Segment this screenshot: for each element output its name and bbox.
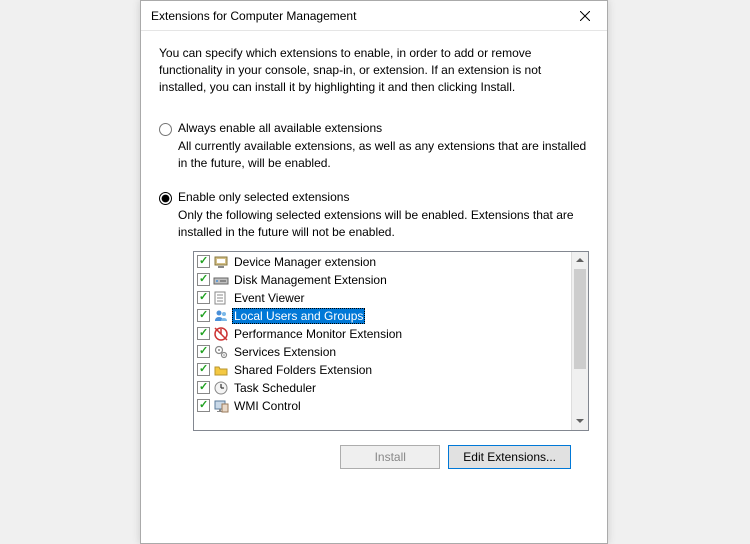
extensions-list[interactable]: Device Manager extension Disk Management … <box>193 251 589 431</box>
list-item[interactable]: Performance Monitor Extension <box>194 325 571 343</box>
item-label: Task Scheduler <box>232 381 318 395</box>
disk-icon <box>213 272 229 288</box>
item-label: Event Viewer <box>232 291 306 305</box>
list-item[interactable]: Task Scheduler <box>194 379 571 397</box>
scrollbar[interactable] <box>571 252 588 430</box>
checkbox[interactable] <box>197 291 210 304</box>
checkbox[interactable] <box>197 399 210 412</box>
services-icon <box>213 344 229 360</box>
task-icon <box>213 380 229 396</box>
users-icon <box>213 308 229 324</box>
close-icon <box>580 11 590 21</box>
wmi-icon <box>213 398 229 414</box>
scroll-up-button[interactable] <box>572 252 588 269</box>
radio-group-always: Always enable all available extensions A… <box>159 121 589 172</box>
description-text: You can specify which extensions to enab… <box>159 45 589 95</box>
extensions-dialog: Extensions for Computer Management You c… <box>140 0 608 544</box>
item-label: Performance Monitor Extension <box>232 327 404 341</box>
scroll-thumb[interactable] <box>574 269 586 369</box>
dialog-title: Extensions for Computer Management <box>151 9 356 23</box>
dialog-content: You can specify which extensions to enab… <box>141 31 607 469</box>
list-item[interactable]: Shared Folders Extension <box>194 361 571 379</box>
checkbox[interactable] <box>197 309 210 322</box>
checkbox[interactable] <box>197 381 210 394</box>
radio-always-desc: All currently available extensions, as w… <box>178 138 589 172</box>
item-label: Shared Folders Extension <box>232 363 374 377</box>
checkbox[interactable] <box>197 255 210 268</box>
radio-group-selected: Enable only selected extensions Only the… <box>159 190 589 241</box>
shared-icon <box>213 362 229 378</box>
radio-selected-desc: Only the following selected extensions w… <box>178 207 589 241</box>
device-icon <box>213 254 229 270</box>
checkbox[interactable] <box>197 327 210 340</box>
list-item[interactable]: Disk Management Extension <box>194 271 571 289</box>
item-label: Disk Management Extension <box>232 273 389 287</box>
item-label: Device Manager extension <box>232 255 378 269</box>
edit-extensions-button[interactable]: Edit Extensions... <box>448 445 571 469</box>
item-label: WMI Control <box>232 399 303 413</box>
list-item[interactable]: Event Viewer <box>194 289 571 307</box>
list-item[interactable]: Local Users and Groups <box>194 307 571 325</box>
checkbox[interactable] <box>197 345 210 358</box>
item-label: Local Users and Groups <box>232 308 365 324</box>
perf-icon <box>213 326 229 342</box>
button-row: Install Edit Extensions... <box>159 431 589 469</box>
list-item[interactable]: WMI Control <box>194 397 571 415</box>
radio-selected-input[interactable] <box>159 192 172 205</box>
chevron-up-icon <box>576 258 584 262</box>
list-item[interactable]: Device Manager extension <box>194 253 571 271</box>
checkbox[interactable] <box>197 363 210 376</box>
checkbox[interactable] <box>197 273 210 286</box>
list-item[interactable]: Services Extension <box>194 343 571 361</box>
radio-selected-only[interactable]: Enable only selected extensions <box>159 190 589 205</box>
radio-always-input[interactable] <box>159 123 172 136</box>
event-icon <box>213 290 229 306</box>
radio-always-enable[interactable]: Always enable all available extensions <box>159 121 589 136</box>
item-label: Services Extension <box>232 345 338 359</box>
radio-always-label: Always enable all available extensions <box>178 121 382 135</box>
radio-selected-label: Enable only selected extensions <box>178 190 349 204</box>
list-body: Device Manager extension Disk Management … <box>194 252 571 430</box>
chevron-down-icon <box>576 419 584 423</box>
close-button[interactable] <box>563 1 607 31</box>
scroll-down-button[interactable] <box>572 413 588 430</box>
install-button[interactable]: Install <box>340 445 440 469</box>
titlebar: Extensions for Computer Management <box>141 1 607 31</box>
